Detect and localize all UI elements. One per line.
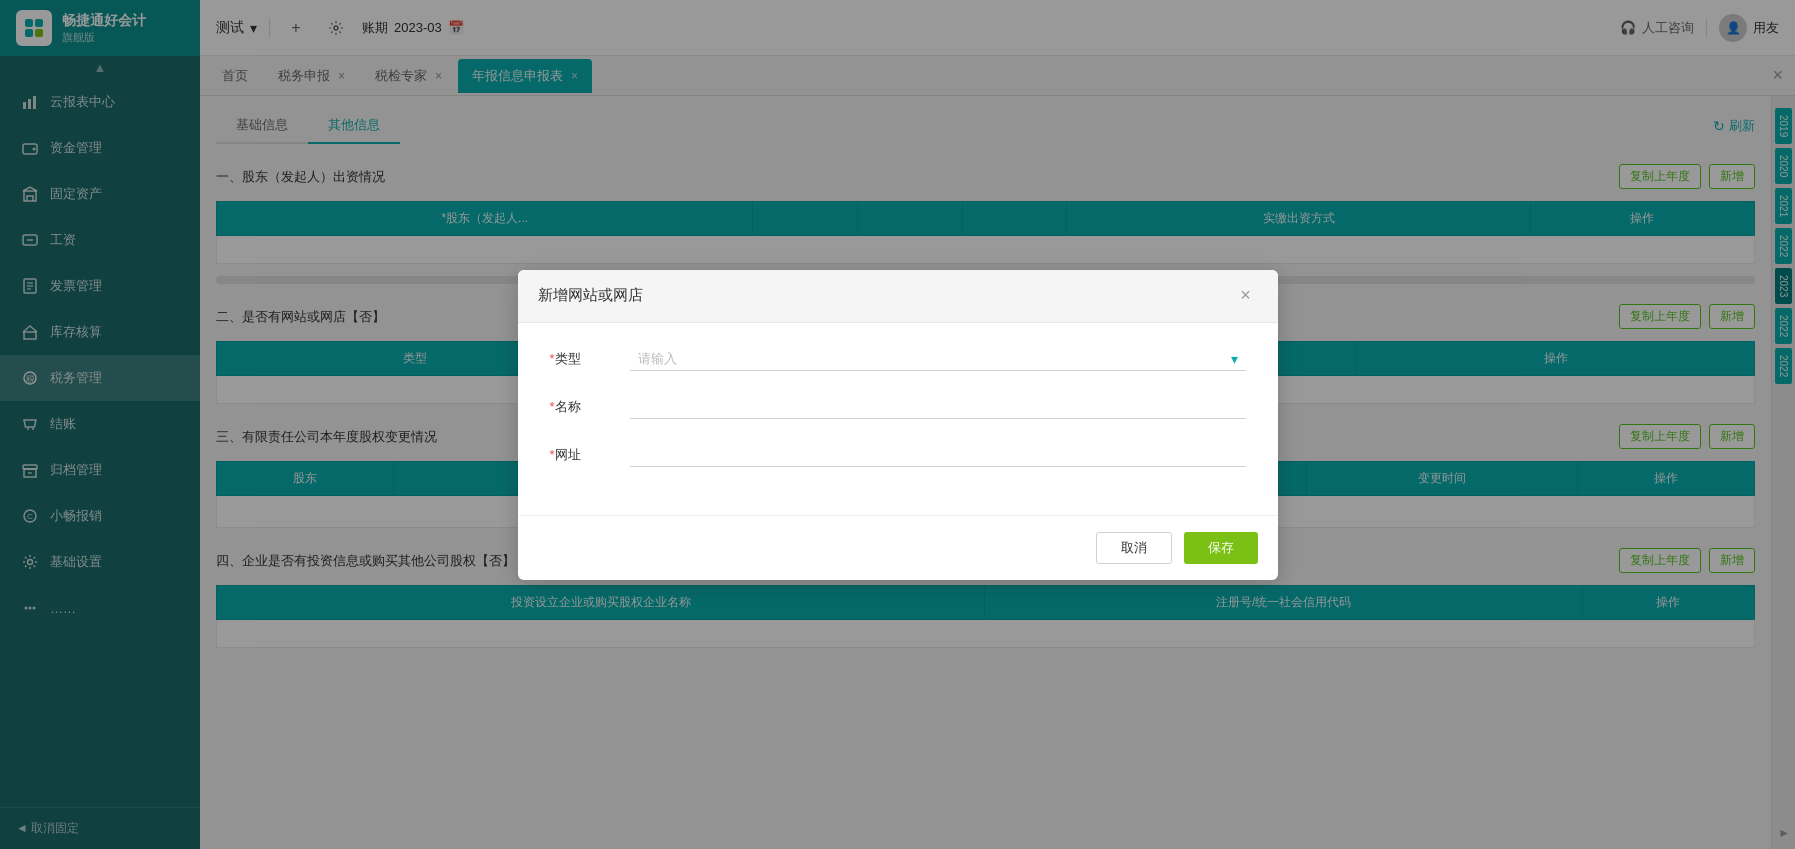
form-label-type: *类型 <box>550 350 630 368</box>
save-button[interactable]: 保存 <box>1184 532 1258 564</box>
dialog-title: 新增网站或网店 <box>538 286 643 305</box>
form-row-type: *类型 ▾ <box>550 347 1246 371</box>
type-input[interactable] <box>630 347 1246 371</box>
form-label-name: *名称 <box>550 398 630 416</box>
cancel-button[interactable]: 取消 <box>1096 532 1172 564</box>
dialog-footer: 取消 保存 <box>518 515 1278 580</box>
form-label-url: *网址 <box>550 446 630 464</box>
name-input[interactable] <box>630 395 1246 419</box>
form-wrap-url <box>630 443 1246 467</box>
form-wrap-type: ▾ <box>630 347 1246 371</box>
dialog-close-button[interactable]: × <box>1234 284 1258 308</box>
dialog-header: 新增网站或网店 × <box>518 270 1278 323</box>
url-input[interactable] <box>630 443 1246 467</box>
form-row-name: *名称 <box>550 395 1246 419</box>
add-website-dialog: 新增网站或网店 × *类型 ▾ *名称 <box>518 270 1278 580</box>
dialog-body: *类型 ▾ *名称 *网址 <box>518 323 1278 515</box>
form-row-url: *网址 <box>550 443 1246 467</box>
dialog-overlay[interactable]: 新增网站或网店 × *类型 ▾ *名称 <box>0 0 1795 849</box>
form-wrap-name <box>630 395 1246 419</box>
